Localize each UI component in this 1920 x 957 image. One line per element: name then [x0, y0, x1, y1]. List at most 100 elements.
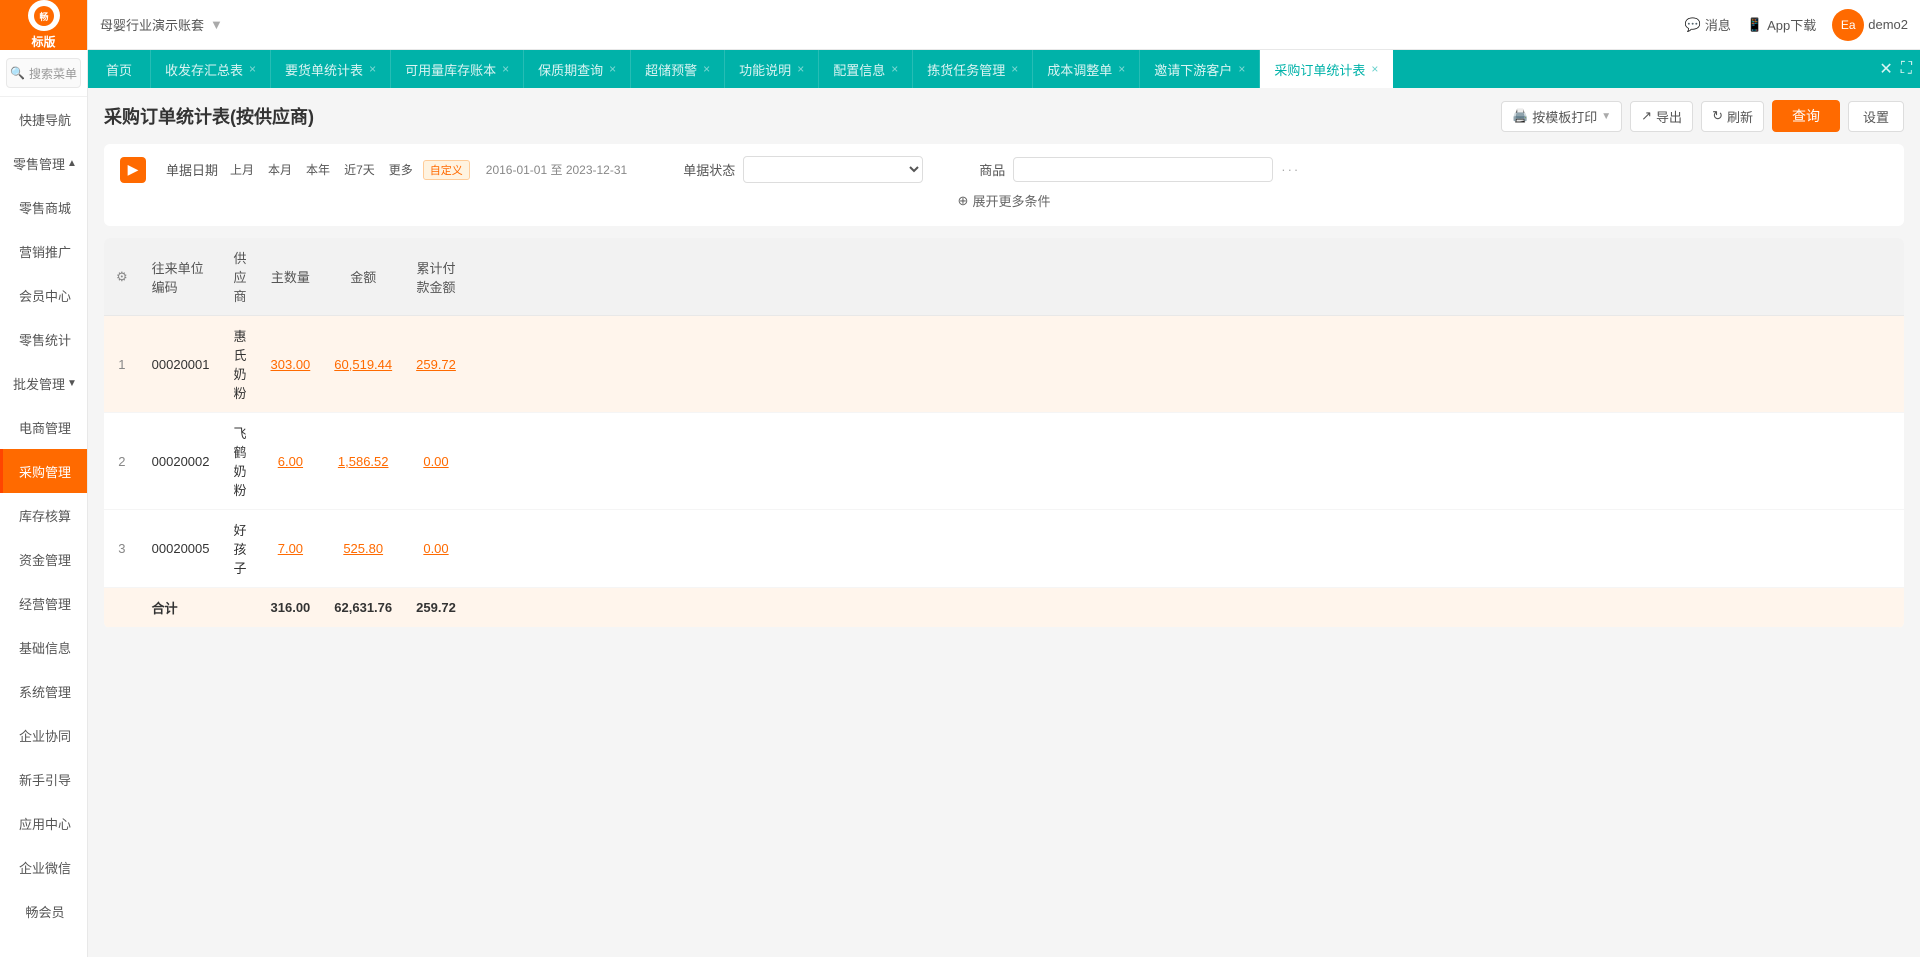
sidebar-item-retail[interactable]: 零售管理 ▲	[0, 141, 87, 185]
filter-toggle-button[interactable]: ▶	[120, 157, 146, 183]
search-menu-button[interactable]: 🔍 搜索菜单	[6, 58, 81, 88]
row-code: 00020001	[140, 316, 222, 413]
tab-order-summary[interactable]: 要货单统计表 ×	[271, 50, 391, 88]
gear-icon[interactable]: ⚙	[116, 269, 128, 284]
tab-config-info-close[interactable]: ×	[891, 62, 898, 76]
sidebar-item-vip[interactable]: 畅会员	[0, 889, 87, 933]
export-icon: ↗	[1641, 108, 1652, 124]
filter-status-item: 单据状态	[683, 156, 923, 183]
tab-cost-adjust-label: 成本调整单	[1047, 60, 1112, 79]
message-button[interactable]: 💬 消息	[1685, 15, 1731, 34]
shortcut-this-year[interactable]: 本年	[302, 159, 334, 180]
export-button[interactable]: ↗ 导出	[1630, 101, 1693, 132]
tab-cost-adjust[interactable]: 成本调整单 ×	[1033, 50, 1140, 88]
query-button[interactable]: 查询	[1772, 100, 1840, 132]
th-settings[interactable]: ⚙	[104, 238, 140, 316]
row-paid: 0.00	[404, 413, 468, 510]
table-row[interactable]: 2 00020002 飞鹤奶粉 6.00 1,586.52 0.00	[104, 413, 1904, 510]
shortcut-7days[interactable]: 近7天	[340, 159, 379, 180]
sidebar-item-ecommerce[interactable]: 电商管理	[0, 405, 87, 449]
tab-maximize-button[interactable]: ⛶	[1901, 60, 1912, 78]
status-filter-select[interactable]	[743, 156, 923, 183]
user-name: demo2	[1868, 17, 1908, 32]
goods-filter-input[interactable]	[1013, 157, 1273, 182]
shortcut-more[interactable]: 更多	[385, 159, 417, 180]
sidebar-item-member[interactable]: 会员中心	[0, 273, 87, 317]
sidebar-item-ecommerce-label: 电商管理	[19, 418, 71, 437]
th-code: 往来单位编码	[140, 238, 222, 316]
date-shortcuts: 上月 本月 本年 近7天 更多 自定义	[226, 159, 470, 180]
tab-func-desc[interactable]: 功能说明 ×	[725, 50, 819, 88]
app-download-label: App下载	[1767, 15, 1816, 34]
tab-expiry-query[interactable]: 保质期查询 ×	[524, 50, 631, 88]
tab-available-stock-close[interactable]: ×	[502, 62, 509, 76]
sidebar-item-basic[interactable]: 基础信息	[0, 625, 87, 669]
logo-text: 标版	[31, 33, 55, 50]
sidebar-item-operations[interactable]: 经营管理	[0, 581, 87, 625]
sidebar-item-inventory[interactable]: 库存核算	[0, 493, 87, 537]
page-header-actions: 🖨️ 按模板打印 ▼ ↗ 导出 ↻ 刷新 查询 设置	[1501, 100, 1904, 132]
sidebar-item-wechat[interactable]: 企业微信	[0, 845, 87, 889]
tab-receive-summary-close[interactable]: ×	[249, 62, 256, 76]
print-button[interactable]: 🖨️ 按模板打印 ▼	[1501, 101, 1622, 132]
tab-overstock-warning[interactable]: 超储预警 ×	[631, 50, 725, 88]
sidebar-item-marketing[interactable]: 营销推广	[0, 229, 87, 273]
app-download-button[interactable]: 📱 App下载	[1747, 15, 1816, 34]
filter-row-1: ▶ 单据日期 上月 本月 本年 近7天 更多 自定义 2016-01-01 至 …	[120, 156, 1888, 183]
sidebar-item-appstore[interactable]: 应用中心	[0, 801, 87, 845]
sidebar-item-newcomer[interactable]: 新手引导	[0, 757, 87, 801]
goods-filter-more-icon[interactable]: ···	[1281, 162, 1300, 177]
data-table: ⚙ 往来单位编码 供应商 主数量 金额 累计付款金额 1 00020001	[104, 238, 1904, 628]
row-amount: 1,586.52	[322, 413, 404, 510]
tab-receive-summary[interactable]: 收发存汇总表 ×	[151, 50, 271, 88]
row-num: 3	[104, 510, 140, 588]
tab-purchase-summary[interactable]: 采购订单统计表 ×	[1260, 50, 1393, 88]
sidebar-item-purchase[interactable]: 采购管理	[0, 449, 87, 493]
sidebar-item-system-label: 系统管理	[19, 682, 71, 701]
tab-cost-adjust-close[interactable]: ×	[1118, 62, 1125, 76]
settings-button[interactable]: 设置	[1848, 101, 1904, 132]
shortcut-custom[interactable]: 自定义	[423, 160, 470, 180]
tab-pick-task-close[interactable]: ×	[1011, 62, 1018, 76]
tab-pick-task[interactable]: 拣货任务管理 ×	[913, 50, 1033, 88]
sidebar-item-system[interactable]: 系统管理	[0, 669, 87, 713]
tab-home[interactable]: 首页	[88, 50, 151, 88]
table-row[interactable]: 1 00020001 惠氏奶粉 303.00 60,519.44 259.72	[104, 316, 1904, 413]
user-area[interactable]: Ea demo2	[1832, 9, 1908, 41]
footer-empty	[468, 588, 1904, 628]
sidebar-item-newcomer-label: 新手引导	[19, 770, 71, 789]
tab-purchase-summary-close[interactable]: ×	[1371, 62, 1378, 76]
sidebar-item-retail-stats[interactable]: 零售统计	[0, 317, 87, 361]
tab-home-label: 首页	[106, 60, 132, 79]
row-qty: 7.00	[259, 510, 323, 588]
tab-available-stock[interactable]: 可用量库存账本 ×	[391, 50, 524, 88]
filter-goods-item: 商品 ···	[979, 157, 1300, 182]
shortcut-last-month[interactable]: 上月	[226, 159, 258, 180]
sidebar-item-purchase-label: 采购管理	[19, 462, 71, 481]
sidebar-item-retail-label: 零售管理	[13, 154, 65, 173]
tab-order-summary-close[interactable]: ×	[369, 62, 376, 76]
shortcut-this-month[interactable]: 本月	[264, 159, 296, 180]
tab-overstock-warning-close[interactable]: ×	[703, 62, 710, 76]
tab-config-info[interactable]: 配置信息 ×	[819, 50, 913, 88]
sidebar-item-shortcut[interactable]: 快捷导航	[0, 97, 87, 141]
sidebar-item-cooperation[interactable]: 企业协同	[0, 713, 87, 757]
sidebar-item-finance[interactable]: 资金管理	[0, 537, 87, 581]
tab-invite-downstream[interactable]: 邀请下游客户 ×	[1140, 50, 1260, 88]
topbar-dropdown-arrow[interactable]: ▼	[210, 17, 223, 32]
table-row[interactable]: 3 00020005 好孩子 7.00 525.80 0.00	[104, 510, 1904, 588]
app-logo: 畅 标版	[0, 0, 87, 50]
filter-expand-button[interactable]: ⊕ 展开更多条件	[958, 191, 1051, 210]
tab-invite-downstream-close[interactable]: ×	[1238, 62, 1245, 76]
page-header: 采购订单统计表(按供应商) 🖨️ 按模板打印 ▼ ↗ 导出 ↻ 刷新 查询 设置	[104, 100, 1904, 132]
tab-close-all-button[interactable]: ✕	[1879, 59, 1892, 79]
sidebar-item-wholesale[interactable]: 批发管理 ▼	[0, 361, 87, 405]
tab-pick-task-label: 拣货任务管理	[927, 60, 1005, 79]
tab-expiry-query-close[interactable]: ×	[609, 62, 616, 76]
topbar-title-area: 母婴行业演示账套 ▼	[100, 15, 1677, 34]
refresh-button[interactable]: ↻ 刷新	[1701, 101, 1764, 132]
sidebar-item-retail-shop[interactable]: 零售商城	[0, 185, 87, 229]
row-supplier: 飞鹤奶粉	[222, 413, 259, 510]
tab-func-desc-close[interactable]: ×	[797, 62, 804, 76]
page-content: 采购订单统计表(按供应商) 🖨️ 按模板打印 ▼ ↗ 导出 ↻ 刷新 查询 设置	[88, 88, 1920, 957]
